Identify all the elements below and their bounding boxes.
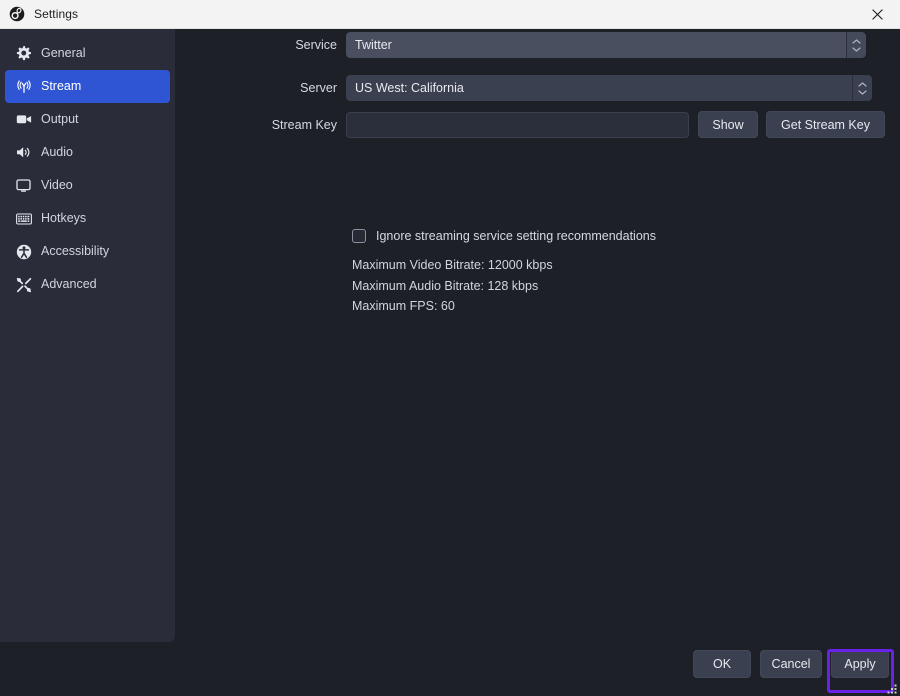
- server-combobox[interactable]: US West: California: [346, 75, 872, 101]
- stream-key-label: Stream Key: [271, 117, 337, 132]
- sidebar-item-label: Stream: [41, 79, 82, 94]
- accessibility-icon: [15, 243, 32, 260]
- stream-settings-pane: Service Twitter Server US West: Californ…: [175, 29, 900, 696]
- cancel-button[interactable]: Cancel: [760, 650, 822, 678]
- service-label: Service: [295, 38, 337, 52]
- max-fps-text: Maximum FPS: 60: [352, 299, 455, 313]
- sidebar-item-output[interactable]: Output: [5, 103, 170, 136]
- window-title: Settings: [34, 7, 79, 21]
- settings-window: Settings General Stream Output Audio Vid…: [0, 0, 900, 696]
- stream-key-row: Stream Key Show Get Stream Key: [175, 111, 891, 138]
- settings-sidebar: General Stream Output Audio Video Hotkey…: [0, 29, 175, 642]
- sidebar-item-label: Audio: [41, 145, 73, 160]
- sidebar-item-video[interactable]: Video: [5, 169, 170, 202]
- sidebar-list: General Stream Output Audio Video Hotkey…: [0, 37, 175, 301]
- sidebar-item-label: Advanced: [41, 277, 97, 292]
- video-camera-icon: [15, 111, 32, 128]
- get-stream-key-button[interactable]: Get Stream Key: [766, 111, 885, 138]
- tools-icon: [15, 276, 32, 293]
- obs-logo-icon: [9, 6, 25, 22]
- updown-chevron-icon[interactable]: [846, 32, 866, 58]
- server-row: Server US West: California: [175, 75, 882, 101]
- monitor-icon: [15, 177, 32, 194]
- dialog-footer: OK Cancel Apply: [0, 642, 900, 696]
- sidebar-item-accessibility[interactable]: Accessibility: [5, 235, 170, 268]
- title-bar: Settings: [0, 0, 900, 29]
- ignore-recommendations-row[interactable]: Ignore streaming service setting recomme…: [352, 229, 656, 243]
- sidebar-item-label: Accessibility: [41, 244, 110, 259]
- ignore-recommendations-label: Ignore streaming service setting recomme…: [376, 229, 656, 243]
- sidebar-item-label: Video: [41, 178, 73, 193]
- updown-chevron-icon[interactable]: [852, 75, 872, 101]
- sidebar-item-label: Output: [41, 112, 79, 127]
- sidebar-item-advanced[interactable]: Advanced: [5, 268, 170, 301]
- max-video-bitrate-text: Maximum Video Bitrate: 12000 kbps: [352, 258, 553, 272]
- sidebar-item-label: General: [41, 46, 86, 61]
- max-audio-bitrate-text: Maximum Audio Bitrate: 128 kbps: [352, 278, 539, 293]
- sidebar-item-stream[interactable]: Stream: [5, 70, 170, 103]
- resize-grip-icon[interactable]: [886, 682, 898, 694]
- dialog-buttons: OK Cancel Apply: [693, 650, 889, 678]
- speaker-icon: [15, 144, 32, 161]
- service-value: Twitter: [346, 32, 846, 58]
- service-limits-info: Maximum Video Bitrate: 12000 kbps Maximu…: [352, 255, 553, 317]
- apply-button[interactable]: Apply: [831, 650, 889, 678]
- show-stream-key-button[interactable]: Show: [698, 111, 758, 138]
- sidebar-item-hotkeys[interactable]: Hotkeys: [5, 202, 170, 235]
- sidebar-item-general[interactable]: General: [5, 37, 170, 70]
- sidebar-item-label: Hotkeys: [41, 211, 87, 226]
- ignore-recommendations-checkbox[interactable]: [352, 229, 366, 243]
- close-icon[interactable]: [855, 0, 900, 29]
- server-value: US West: California: [346, 75, 852, 101]
- service-row: Service Twitter: [175, 32, 882, 58]
- server-label: Server: [300, 81, 337, 95]
- keyboard-icon: [15, 210, 32, 227]
- ok-button[interactable]: OK: [693, 650, 751, 678]
- broadcast-icon: [15, 78, 32, 95]
- service-combobox[interactable]: Twitter: [346, 32, 866, 58]
- gear-icon: [15, 45, 32, 62]
- window-body: General Stream Output Audio Video Hotkey…: [0, 29, 900, 696]
- stream-key-input[interactable]: [346, 111, 689, 138]
- sidebar-item-audio[interactable]: Audio: [5, 136, 170, 169]
